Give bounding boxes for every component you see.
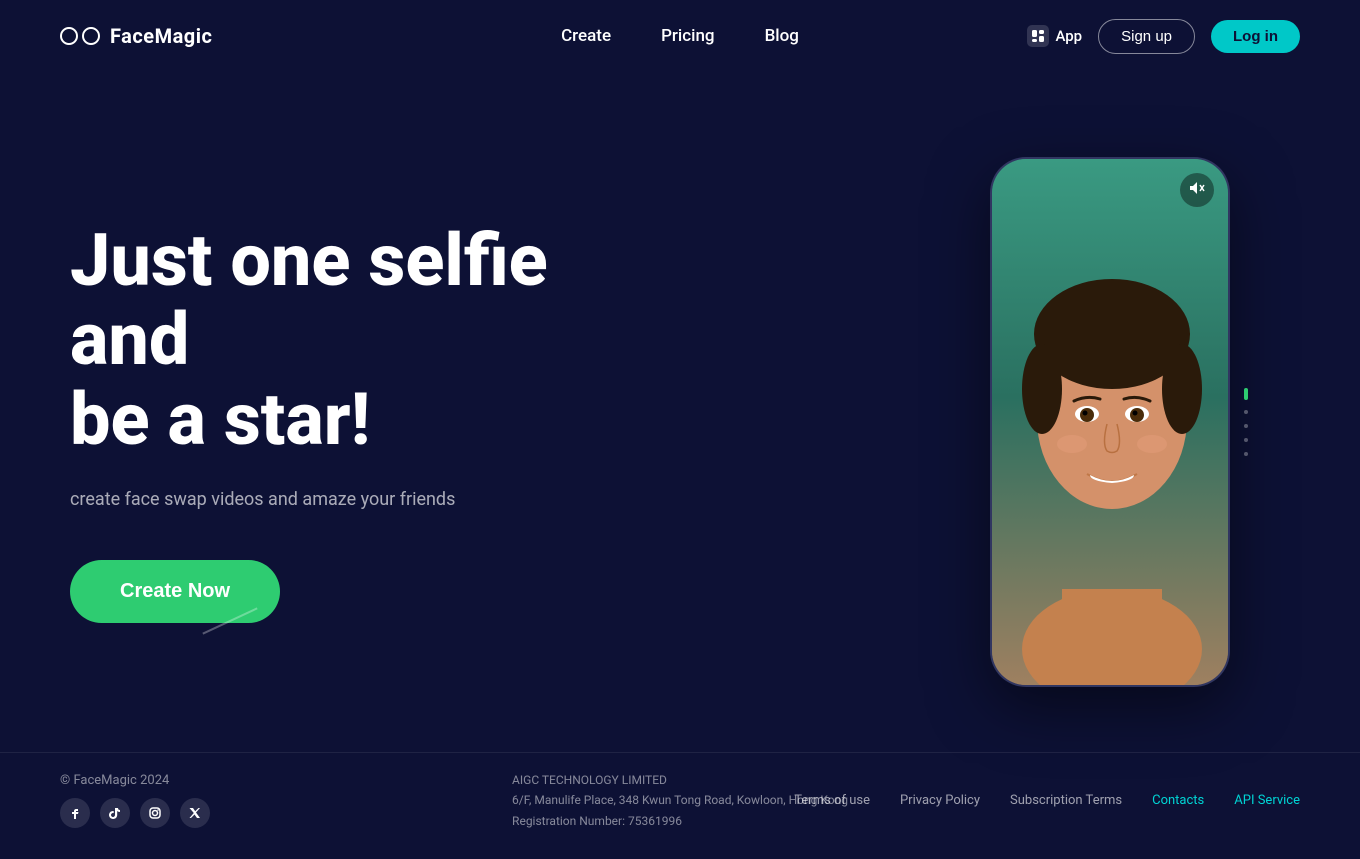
privacy-link[interactable]: Privacy Policy [900, 793, 980, 808]
hero-title: Just one selfie and be a star! [70, 221, 670, 459]
footer-left: © FaceMagic 2024 [60, 773, 210, 828]
scroll-indicator [1244, 388, 1248, 456]
hero-text-block: Just one selfie and be a star! create fa… [70, 221, 670, 623]
subscription-link[interactable]: Subscription Terms [1010, 793, 1122, 808]
scroll-dot-5 [1244, 452, 1248, 456]
scroll-dot-4 [1244, 438, 1248, 442]
app-link[interactable]: App [1027, 25, 1082, 47]
face-illustration [992, 159, 1228, 685]
nav-create[interactable]: Create [561, 26, 611, 46]
copyright-text: © FaceMagic 2024 [60, 773, 210, 788]
scroll-dot-3 [1244, 424, 1248, 428]
footer: © FaceMagic 2024 [0, 752, 1360, 848]
header-actions: App Sign up Log in [1027, 19, 1300, 54]
scroll-dot-1 [1244, 388, 1248, 400]
twitter-icon[interactable] [180, 798, 210, 828]
instagram-icon[interactable] [140, 798, 170, 828]
phone-video-area [992, 159, 1228, 685]
nav-blog[interactable]: Blog [765, 26, 799, 46]
phone-mockup [990, 157, 1230, 687]
company-name: AIGC TECHNOLOGY LIMITED [512, 770, 848, 790]
hero-section: Just one selfie and be a star! create fa… [0, 72, 1360, 752]
footer-links: Terms of use Privacy Policy Subscription… [794, 793, 1300, 808]
app-icon [1027, 25, 1049, 47]
mute-icon [1189, 180, 1205, 200]
company-reg: Registration Number: 75361996 [512, 811, 848, 831]
main-nav: Create Pricing Blog [561, 26, 799, 46]
api-service-link[interactable]: API Service [1234, 793, 1300, 808]
login-button[interactable]: Log in [1211, 20, 1300, 53]
app-label: App [1055, 27, 1082, 45]
scroll-dot-2 [1244, 410, 1248, 414]
logo-text: FaceMagic [110, 24, 212, 48]
header: FaceMagic Create Pricing Blog App Sign u… [0, 0, 1360, 72]
logo[interactable]: FaceMagic [60, 24, 212, 48]
hero-subtitle: create face swap videos and amaze your f… [70, 489, 670, 510]
company-address: 6/F, Manulife Place, 348 Kwun Tong Road,… [512, 790, 848, 810]
facebook-icon[interactable] [60, 798, 90, 828]
mute-button[interactable] [1180, 173, 1214, 207]
phone-mockup-container [990, 157, 1230, 687]
logo-icon [60, 27, 100, 45]
social-icons [60, 798, 210, 828]
footer-company-info: AIGC TECHNOLOGY LIMITED 6/F, Manulife Pl… [512, 770, 848, 831]
contacts-link[interactable]: Contacts [1152, 793, 1204, 808]
signup-button[interactable]: Sign up [1098, 19, 1195, 54]
nav-pricing[interactable]: Pricing [661, 26, 715, 46]
tiktok-icon[interactable] [100, 798, 130, 828]
